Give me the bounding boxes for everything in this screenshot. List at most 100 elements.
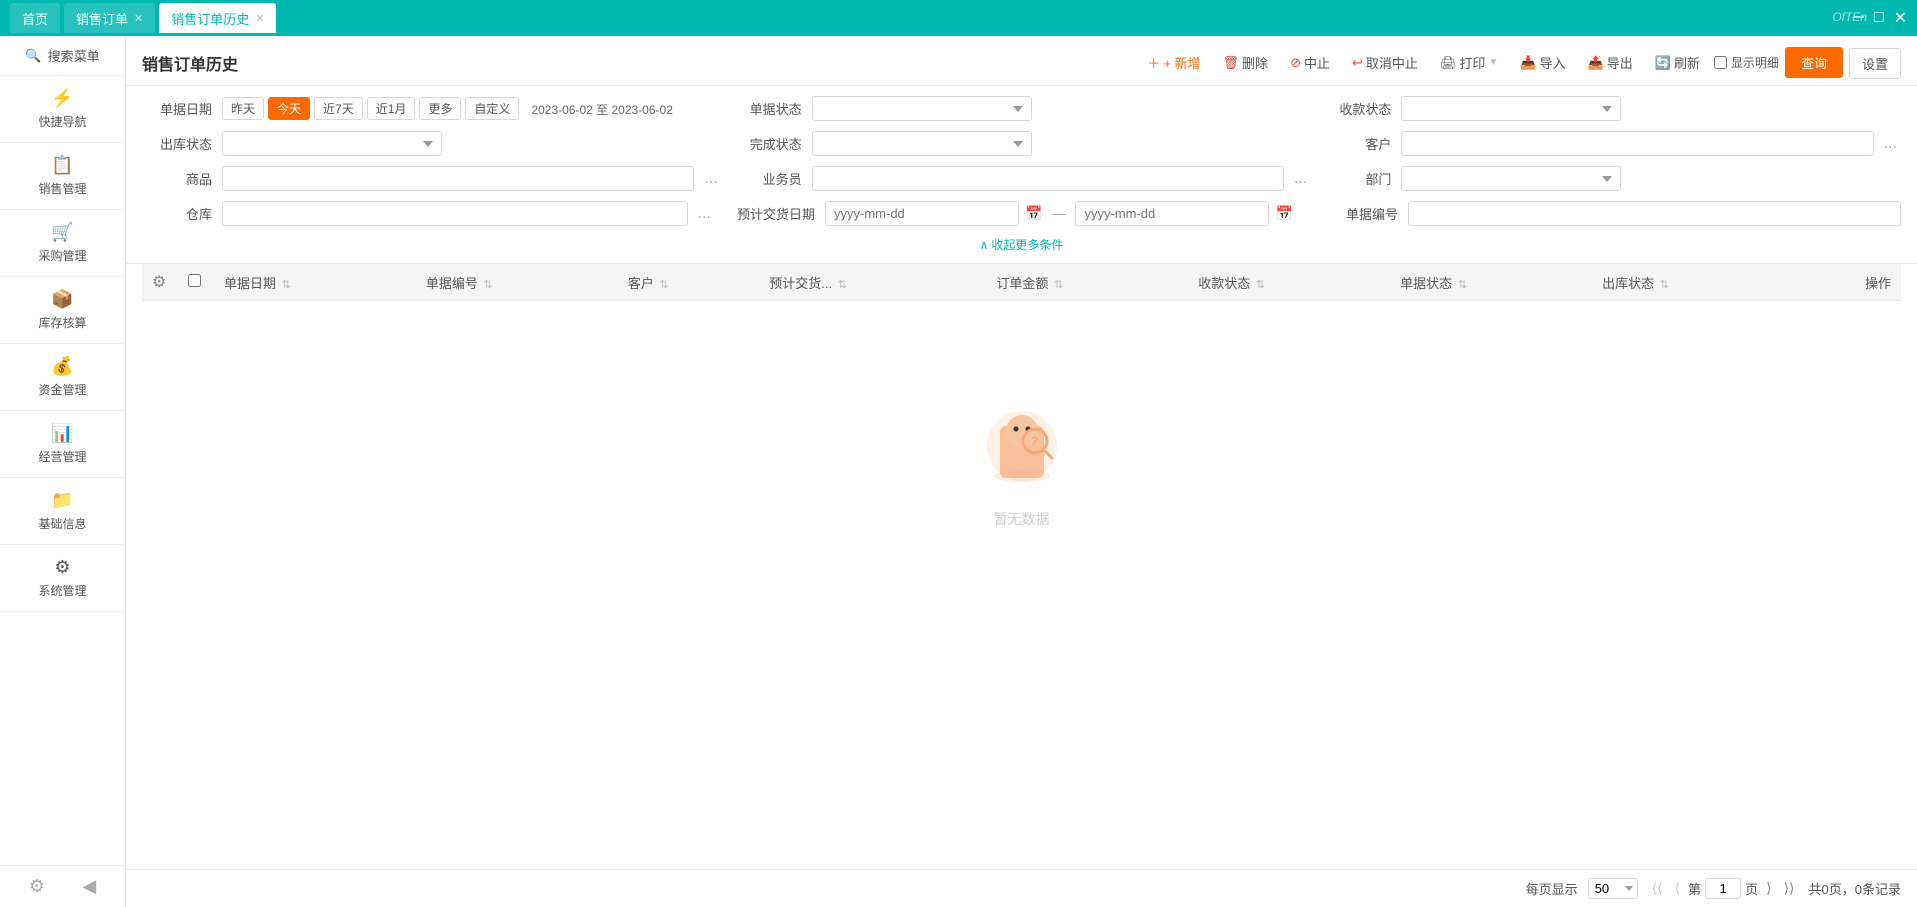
sidebar-item-basic-info-label: 基础信息 bbox=[38, 515, 86, 532]
sort-expected-icon[interactable]: ⇅ bbox=[838, 279, 847, 291]
bill-status-select[interactable] bbox=[812, 96, 1032, 121]
warehouse-ellipsis[interactable]: ... bbox=[694, 205, 715, 223]
settings-label: 设置 bbox=[1862, 57, 1888, 72]
page-next-btn[interactable]: ⟩ bbox=[1762, 878, 1775, 899]
th-operation-label: 操作 bbox=[1865, 276, 1891, 291]
customer-ellipsis[interactable]: ... bbox=[1880, 135, 1901, 153]
maximize-btn[interactable]: □ bbox=[1874, 9, 1884, 27]
complete-status-select[interactable] bbox=[812, 131, 1032, 156]
date-btn-today[interactable]: 今天 bbox=[268, 97, 310, 120]
warehouse-input[interactable] bbox=[222, 201, 688, 226]
salesperson-ellipsis[interactable]: ... bbox=[1290, 170, 1311, 188]
new-button[interactable]: ＋ + 新增 bbox=[1139, 49, 1208, 76]
customer-input[interactable] bbox=[1401, 131, 1873, 156]
export-icon: 📤 bbox=[1588, 55, 1604, 71]
bill-number-input[interactable] bbox=[1408, 201, 1901, 226]
close-btn[interactable]: ✕ bbox=[1894, 8, 1907, 28]
import-button[interactable]: 📥 导入 bbox=[1512, 49, 1573, 76]
th-amount: 订单金额 ⇅ bbox=[986, 264, 1188, 301]
page-header: 销售订单历史 ＋ + 新增 🗑 删除 ⊘ 中止 ↩ 取消中止 bbox=[126, 36, 1917, 86]
goods-ellipsis[interactable]: ... bbox=[700, 170, 721, 188]
tab-sales-order-label: 销售订单 bbox=[76, 9, 128, 28]
sidebar-item-operations[interactable]: 📊 经营管理 bbox=[0, 411, 125, 478]
table-footer: 每页显示 10 20 50 100 ⟨⟨ ⟨ 第 页 ⟩ ⟩⟩ 共0页，0条记录 bbox=[126, 869, 1917, 907]
date-btn-yesterday[interactable]: 昨天 bbox=[222, 97, 264, 120]
display-detail-checkbox[interactable] bbox=[1714, 56, 1727, 69]
delete-button[interactable]: 🗑 删除 bbox=[1215, 49, 1277, 76]
calendar-end-icon[interactable]: 📅 bbox=[1275, 205, 1292, 222]
column-settings-btn[interactable]: ⚙ bbox=[152, 272, 166, 292]
sidebar-item-basic-info[interactable]: 📁 基础信息 bbox=[0, 478, 125, 545]
tab-sales-order-history[interactable]: 销售订单历史 ✕ bbox=[159, 3, 276, 33]
refresh-button[interactable]: 🔄 刷新 bbox=[1647, 49, 1708, 76]
settings-button[interactable]: 设置 bbox=[1849, 48, 1901, 79]
sort-amount-icon[interactable]: ⇅ bbox=[1054, 279, 1063, 291]
stop-button[interactable]: ⊘ 中止 bbox=[1282, 49, 1338, 76]
page-last-btn[interactable]: ⟩⟩ bbox=[1780, 878, 1799, 899]
dept-select[interactable] bbox=[1401, 166, 1621, 191]
sort-number-icon[interactable]: ⇅ bbox=[484, 279, 493, 291]
page-number-input[interactable] bbox=[1705, 878, 1741, 899]
tab-sales-order-history-close[interactable]: ✕ bbox=[255, 12, 264, 25]
date-btn-more[interactable]: 更多 bbox=[419, 97, 461, 120]
search-icon: 🔍 bbox=[25, 48, 41, 64]
page-first-btn[interactable]: ⟨⟨ bbox=[1648, 878, 1667, 899]
cancel-stop-button[interactable]: ↩ 取消中止 bbox=[1344, 49, 1426, 76]
date-btn-custom[interactable]: 自定义 bbox=[465, 97, 519, 120]
th-customer: 客户 ⇅ bbox=[618, 264, 759, 301]
sidebar-item-quick-nav[interactable]: ⚡ 快捷导航 bbox=[0, 76, 125, 143]
sort-out-status-icon[interactable]: ⇅ bbox=[1660, 279, 1669, 291]
sidebar-search[interactable]: 🔍 搜索菜单 bbox=[0, 36, 125, 76]
empty-state: ? 暂无数据 bbox=[142, 301, 1901, 609]
sort-customer-icon[interactable]: ⇅ bbox=[659, 279, 668, 291]
sidebar-item-purchase-mgmt[interactable]: 🛒 采购管理 bbox=[0, 210, 125, 277]
receipt-status-select[interactable] bbox=[1401, 96, 1621, 121]
query-button[interactable]: 查询 bbox=[1785, 47, 1843, 78]
operations-icon: 📊 bbox=[51, 423, 73, 444]
expected-date-start[interactable] bbox=[825, 201, 1019, 226]
inventory-icon: 📦 bbox=[51, 289, 73, 310]
sort-date-icon[interactable]: ⇅ bbox=[282, 279, 291, 291]
display-detail[interactable]: 显示明细 bbox=[1714, 54, 1779, 71]
sidebar-item-inventory-label: 库存核算 bbox=[38, 314, 86, 331]
sidebar-collapse-icon[interactable]: ◀ bbox=[82, 876, 96, 897]
salesperson-input[interactable] bbox=[812, 166, 1284, 191]
th-expected-label: 预计交货... bbox=[769, 276, 832, 291]
customer-filter-value: ... bbox=[1401, 131, 1901, 156]
collapse-button[interactable]: ∧ 收起更多条件 bbox=[980, 236, 1064, 253]
purchase-mgmt-icon: 🛒 bbox=[51, 222, 73, 243]
salesperson-filter-label: 业务员 bbox=[732, 169, 802, 188]
select-all-checkbox[interactable] bbox=[188, 274, 201, 287]
sidebar-item-system-mgmt[interactable]: ⚙ 系统管理 bbox=[0, 545, 125, 612]
export-button[interactable]: 📤 导出 bbox=[1580, 49, 1641, 76]
import-label: 导入 bbox=[1540, 53, 1566, 72]
tab-home[interactable]: 首页 bbox=[10, 3, 60, 33]
sidebar-item-inventory[interactable]: 📦 库存核算 bbox=[0, 277, 125, 344]
sidebar-item-finance[interactable]: 💰 资金管理 bbox=[0, 344, 125, 411]
import-icon: 📥 bbox=[1520, 55, 1536, 71]
date-filter-value: 昨天 今天 近7天 近1月 更多 自定义 2023-06-02 至 2023-0… bbox=[222, 97, 722, 120]
print-button[interactable]: 🖨 打印 ▼ bbox=[1432, 49, 1506, 76]
calendar-start-icon[interactable]: 📅 bbox=[1025, 205, 1042, 222]
window-controls: OfTEn ─ □ ✕ bbox=[1853, 8, 1907, 28]
page-prev-btn[interactable]: ⟨ bbox=[1671, 878, 1684, 899]
empty-illustration: ? bbox=[962, 381, 1082, 501]
filter-row-3: 商品 ... 业务员 ... 部门 bbox=[142, 166, 1901, 191]
out-status-value bbox=[222, 131, 722, 156]
expected-date-end[interactable] bbox=[1075, 201, 1269, 226]
th-receipt-status: 收款状态 ⇅ bbox=[1188, 264, 1390, 301]
sort-bill-status-icon[interactable]: ⇅ bbox=[1458, 279, 1467, 291]
date-btn-1month[interactable]: 近1月 bbox=[367, 97, 416, 120]
date-filter-label: 单据日期 bbox=[142, 99, 212, 118]
sidebar-item-sales-mgmt[interactable]: 📋 销售管理 bbox=[0, 143, 125, 210]
per-page-select[interactable]: 10 20 50 100 bbox=[1588, 878, 1638, 899]
collapse-up-icon: ∧ bbox=[980, 238, 989, 252]
out-status-select[interactable] bbox=[222, 131, 442, 156]
date-btn-7days[interactable]: 近7天 bbox=[314, 97, 363, 120]
sidebar-settings-icon[interactable]: ⚙ bbox=[29, 876, 45, 897]
sidebar-item-quick-nav-label: 快捷导航 bbox=[38, 113, 86, 130]
tab-sales-order-close[interactable]: ✕ bbox=[134, 12, 143, 25]
tab-sales-order[interactable]: 销售订单 ✕ bbox=[64, 3, 155, 33]
sort-receipt-status-icon[interactable]: ⇅ bbox=[1256, 279, 1265, 291]
goods-input[interactable] bbox=[222, 166, 694, 191]
